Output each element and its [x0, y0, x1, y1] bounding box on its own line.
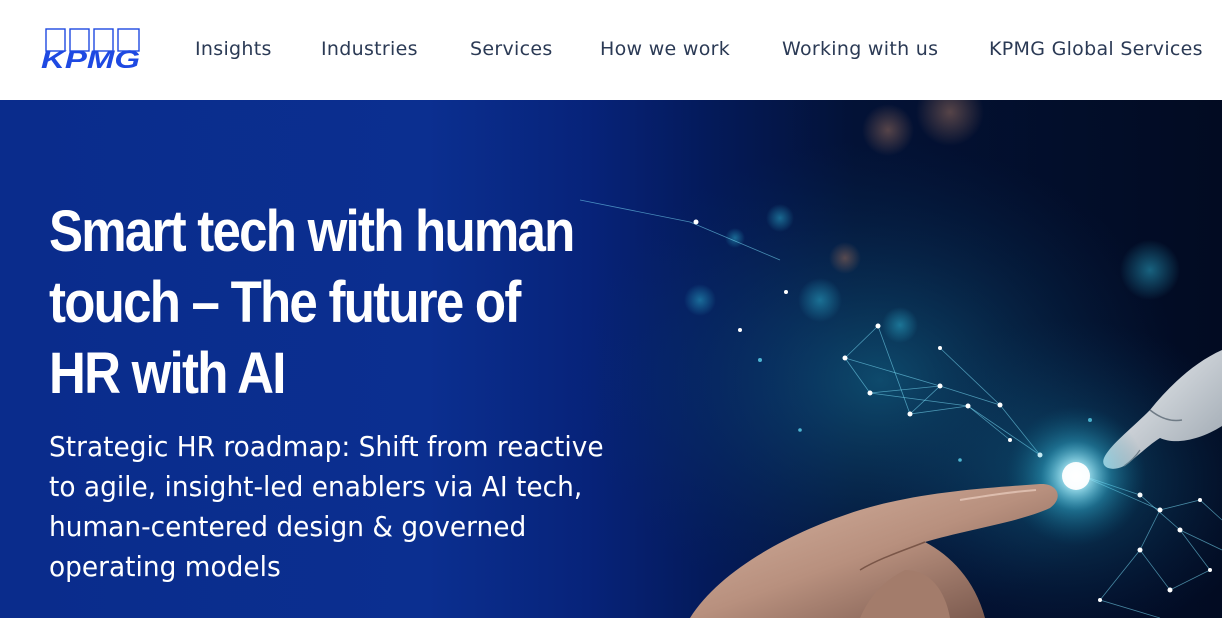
kpmg-logo-icon: KPMG	[41, 28, 140, 72]
nav-item-how-we-work[interactable]: How we work	[600, 35, 730, 63]
hero-subtitle: Strategic HR roadmap: Shift from reactiv…	[49, 431, 604, 583]
kpmg-logo[interactable]: KPMG	[40, 28, 146, 72]
nav-item-working-with-us[interactable]: Working with us	[782, 35, 938, 63]
nav-item-insights[interactable]: Insights	[195, 35, 272, 63]
svg-text:KPMG: KPMG	[41, 46, 140, 72]
site-header: KPMG Insights Industries Services How we…	[0, 0, 1222, 100]
nav-item-services[interactable]: Services	[470, 35, 553, 63]
nav-item-industries[interactable]: Industries	[321, 35, 418, 63]
hero-banner: Smart tech with human touch – The future…	[0, 100, 1222, 618]
hero-title: Smart tech with human touch – The future…	[49, 199, 575, 406]
nav-item-kpmg-global-services[interactable]: KPMG Global Services	[989, 35, 1203, 63]
